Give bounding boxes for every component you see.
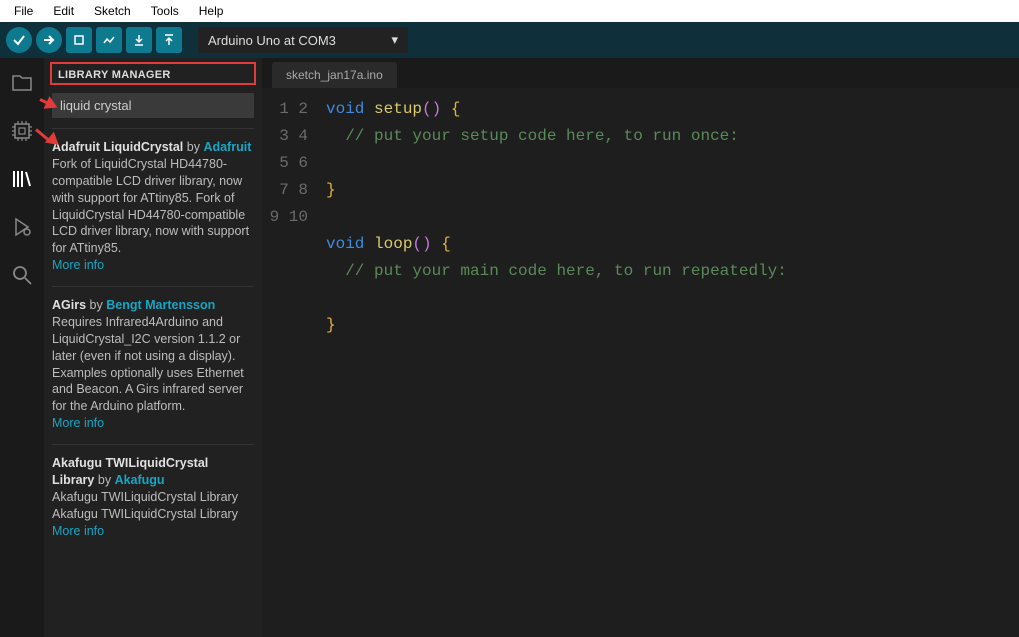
serial-plotter-button[interactable] [96, 27, 122, 53]
sketchbook-icon[interactable] [9, 70, 35, 96]
search-icon[interactable] [9, 262, 35, 288]
lib-desc: Requires Infrared4Arduino and LiquidCrys… [52, 314, 254, 415]
lib-by: by [98, 473, 111, 487]
sidebar-title: LIBRARY MANAGER [58, 69, 171, 81]
extra-button[interactable] [156, 27, 182, 53]
line-gutter: 1 2 3 4 5 6 7 8 9 10 [262, 96, 326, 637]
boards-manager-icon[interactable] [9, 118, 35, 144]
lib-title: AGirs [52, 298, 86, 312]
menu-help[interactable]: Help [189, 2, 234, 20]
lib-more-info-link[interactable]: More info [52, 523, 254, 540]
library-list[interactable]: Adafruit LiquidCrystal by Adafruit Fork o… [44, 128, 262, 637]
verify-button[interactable] [6, 27, 32, 53]
lib-by: by [187, 140, 200, 154]
lib-by: by [90, 298, 103, 312]
activity-bar [0, 58, 44, 637]
upload-button[interactable] [36, 27, 62, 53]
editor-area: sketch_jan17a.ino 1 2 3 4 5 6 7 8 9 10 v… [262, 58, 1019, 637]
lib-author: Adafruit [203, 140, 251, 154]
lib-author: Bengt Martensson [106, 298, 215, 312]
debug-icon[interactable] [9, 214, 35, 240]
menubar: File Edit Sketch Tools Help [0, 0, 1019, 22]
library-item[interactable]: AGirs by Bengt Martensson Requires Infrar… [52, 286, 254, 444]
lib-author: Akafugu [115, 473, 165, 487]
lib-desc: Akafugu TWILiquidCrystal Library Akafugu… [52, 489, 254, 523]
code-editor[interactable]: 1 2 3 4 5 6 7 8 9 10 void setup() { // p… [262, 88, 1019, 637]
library-manager-panel: LIBRARY MANAGER Adafruit LiquidCrystal b… [44, 58, 262, 637]
library-search-input[interactable] [52, 93, 254, 118]
board-selector[interactable]: Arduino Uno at COM3 ▾ [198, 27, 408, 53]
library-item[interactable]: Adafruit LiquidCrystal by Adafruit Fork o… [52, 128, 254, 286]
menu-tools[interactable]: Tools [141, 2, 189, 20]
lib-title: Adafruit LiquidCrystal [52, 140, 183, 154]
chevron-down-icon: ▾ [391, 32, 398, 48]
lib-desc: Fork of LiquidCrystal HD44780-compatible… [52, 156, 254, 257]
board-label: Arduino Uno at COM3 [208, 33, 336, 48]
serial-monitor-button[interactable] [126, 27, 152, 53]
editor-tabs: sketch_jan17a.ino [262, 58, 1019, 88]
library-item[interactable]: Akafugu TWILiquidCrystal Library by Akaf… [52, 444, 254, 551]
menu-sketch[interactable]: Sketch [84, 2, 141, 20]
lib-more-info-link[interactable]: More info [52, 257, 254, 274]
toolbar: Arduino Uno at COM3 ▾ [0, 22, 1019, 58]
menu-edit[interactable]: Edit [43, 2, 84, 20]
editor-tab[interactable]: sketch_jan17a.ino [272, 62, 397, 88]
lib-more-info-link[interactable]: More info [52, 415, 254, 432]
menu-file[interactable]: File [4, 2, 43, 20]
code-content[interactable]: void setup() { // put your setup code he… [326, 96, 1019, 637]
debug-button[interactable] [66, 27, 92, 53]
annotation-highlight: LIBRARY MANAGER [50, 62, 256, 85]
library-manager-icon[interactable] [9, 166, 35, 192]
